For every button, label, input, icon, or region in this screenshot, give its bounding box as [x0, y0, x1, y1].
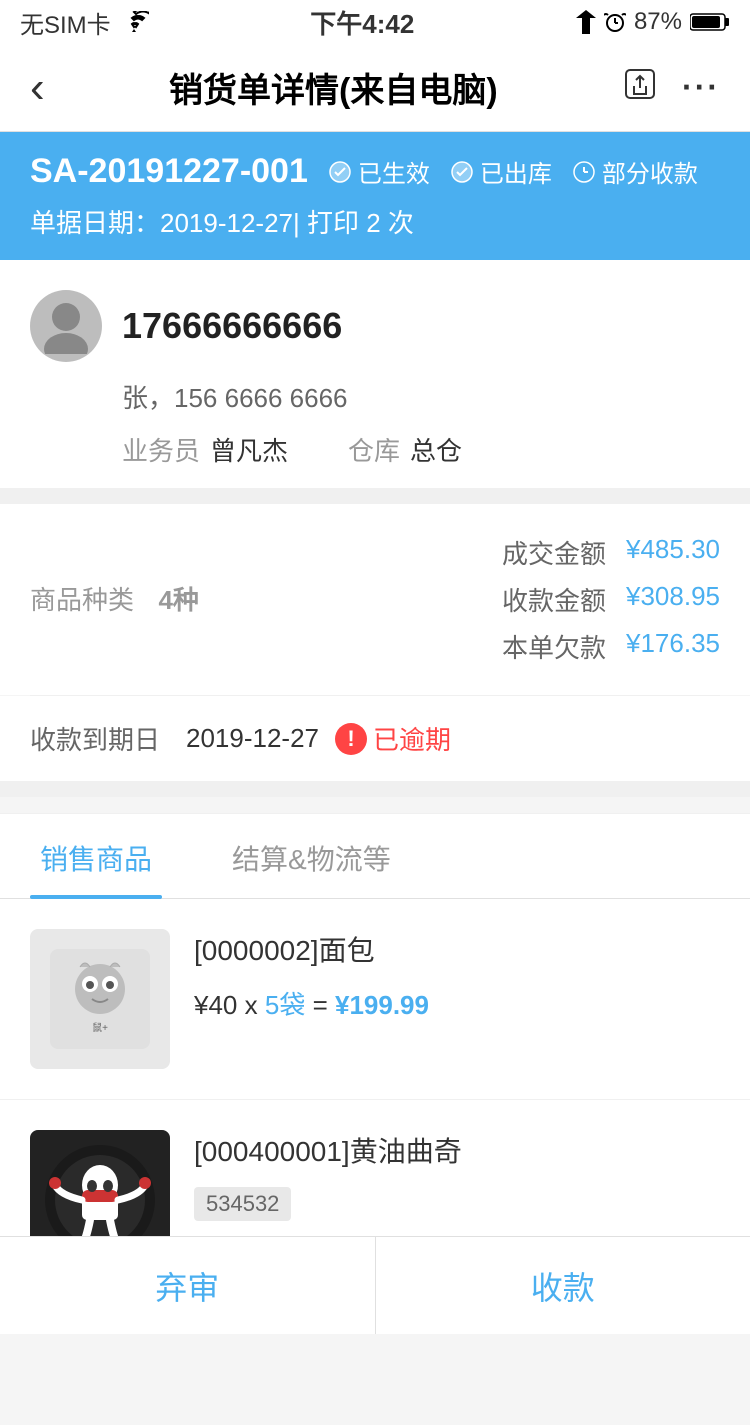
product-image-owl: 鼠+ [50, 949, 150, 1049]
share-icon[interactable] [622, 66, 658, 110]
tabs: 销售商品 结算&物流等 [0, 814, 750, 899]
product-item-1: 鼠+ [0000002]面包 ¥40 x 5袋 = ¥199.99 [0, 899, 750, 1100]
banner-date: 单据日期：2019-12-27| 打印 2 次 [30, 203, 720, 240]
status-bar: 无SIM卡 下午4:42 87% [0, 0, 750, 44]
warehouse-label: 仓库 [348, 431, 400, 468]
sales-value: 曾凡杰 [210, 431, 288, 468]
overdue-badge: ! 已逾期 [335, 720, 451, 757]
more-icon[interactable]: ··· [682, 69, 720, 106]
product-thumb-1: 鼠+ [30, 929, 170, 1069]
deal-amount-value: ¥485.30 [626, 534, 720, 571]
sales-label: 业务员 [122, 431, 200, 468]
reject-button[interactable]: 弃审 [0, 1237, 376, 1334]
product-qty-1: 5袋 [265, 990, 305, 1020]
status-time: 下午4:42 [310, 4, 414, 41]
collect-button[interactable]: 收款 [376, 1237, 750, 1334]
deal-amount-row: 成交金额 ¥485.30 [502, 534, 720, 571]
owed-value: ¥176.35 [626, 628, 720, 665]
status-badge-delivered: 已出库 [450, 154, 552, 189]
customer-name: 17666666666 [122, 305, 342, 347]
product-total-1: ¥199.99 [335, 990, 429, 1020]
product-name-1: [0000002]面包 [194, 929, 720, 969]
collected-label: 收款金额 [502, 581, 606, 618]
tab-sales-products[interactable]: 销售商品 [30, 814, 162, 898]
customer-meta: 业务员 曾凡杰 仓库 总仓 [122, 431, 720, 468]
person-icon [41, 299, 91, 354]
deal-amount-label: 成交金额 [502, 534, 606, 571]
status-right: 87% [576, 8, 730, 36]
collected-value: ¥308.95 [626, 581, 720, 618]
status-badge-effective: 已生效 [328, 154, 430, 189]
stats-left: 商品种类 4种 [30, 534, 209, 665]
product-name-2: [000400001]黄油曲奇 [194, 1130, 720, 1170]
page-title: 销货单详情(来自电脑) [169, 63, 498, 112]
check-icon-2 [450, 160, 474, 184]
wifi-icon [119, 11, 149, 33]
sales-item: 业务员 曾凡杰 [122, 431, 288, 468]
header-banner: SA-20191227-001 已生效 已出库 部分收款 单据日期：201 [0, 132, 750, 260]
nav-icons: ··· [622, 66, 720, 110]
status-badge-partial: 部分收款 [572, 154, 698, 189]
location-icon [576, 10, 596, 34]
due-label: 收款到期日 [30, 720, 160, 757]
battery-icon [690, 12, 730, 32]
nav-bar: ‹ 销货单详情(来自电脑) ··· [0, 44, 750, 132]
product-price-1: ¥40 x 5袋 = ¥199.99 [194, 985, 720, 1022]
due-date: 2019-12-27 [186, 723, 319, 754]
tab-settlement[interactable]: 结算&物流等 [222, 814, 401, 898]
customer-section: 17666666666 张，156 6666 6666 业务员 曾凡杰 仓库 总… [0, 260, 750, 488]
product-types: 商品种类 4种 [30, 574, 209, 626]
overdue-icon: ! [335, 723, 367, 755]
owed-row: 本单欠款 ¥176.35 [502, 628, 720, 665]
warehouse-item: 仓库 总仓 [348, 431, 462, 468]
clock-icon [572, 160, 596, 184]
stats-section: 商品种类 4种 成交金额 ¥485.30 收款金额 ¥308.95 本单欠款 ¥… [0, 504, 750, 695]
banner-row1: SA-20191227-001 已生效 已出库 部分收款 [30, 152, 720, 191]
section-divider-2 [0, 781, 750, 797]
status-left: 无SIM卡 [20, 5, 149, 40]
order-id: SA-20191227-001 [30, 152, 308, 191]
owed-label: 本单欠款 [502, 628, 606, 665]
bottom-bar: 弃审 收款 [0, 1236, 750, 1334]
overdue-text: 已逾期 [373, 720, 451, 757]
check-icon-1 [328, 160, 352, 184]
sim-status: 无SIM卡 [20, 5, 111, 40]
collected-row: 收款金额 ¥308.95 [502, 581, 720, 618]
back-button[interactable]: ‹ [30, 63, 45, 113]
alarm-icon [604, 11, 626, 33]
section-divider-1 [0, 488, 750, 504]
tabs-section: 销售商品 结算&物流等 [0, 813, 750, 899]
svg-text:鼠+: 鼠+ [92, 1021, 108, 1034]
warehouse-value: 总仓 [410, 431, 462, 468]
avatar [30, 290, 102, 362]
product-info-1: [0000002]面包 ¥40 x 5袋 = ¥199.99 [194, 929, 720, 1069]
due-section: 收款到期日 2019-12-27 ! 已逾期 [0, 696, 750, 781]
customer-row: 17666666666 [30, 290, 720, 362]
battery-percent: 87% [634, 8, 682, 36]
customer-info: 张，156 6666 6666 [122, 378, 720, 415]
stats-right: 成交金额 ¥485.30 收款金额 ¥308.95 本单欠款 ¥176.35 [502, 534, 720, 665]
product-tag-2: 534532 [194, 1187, 291, 1221]
